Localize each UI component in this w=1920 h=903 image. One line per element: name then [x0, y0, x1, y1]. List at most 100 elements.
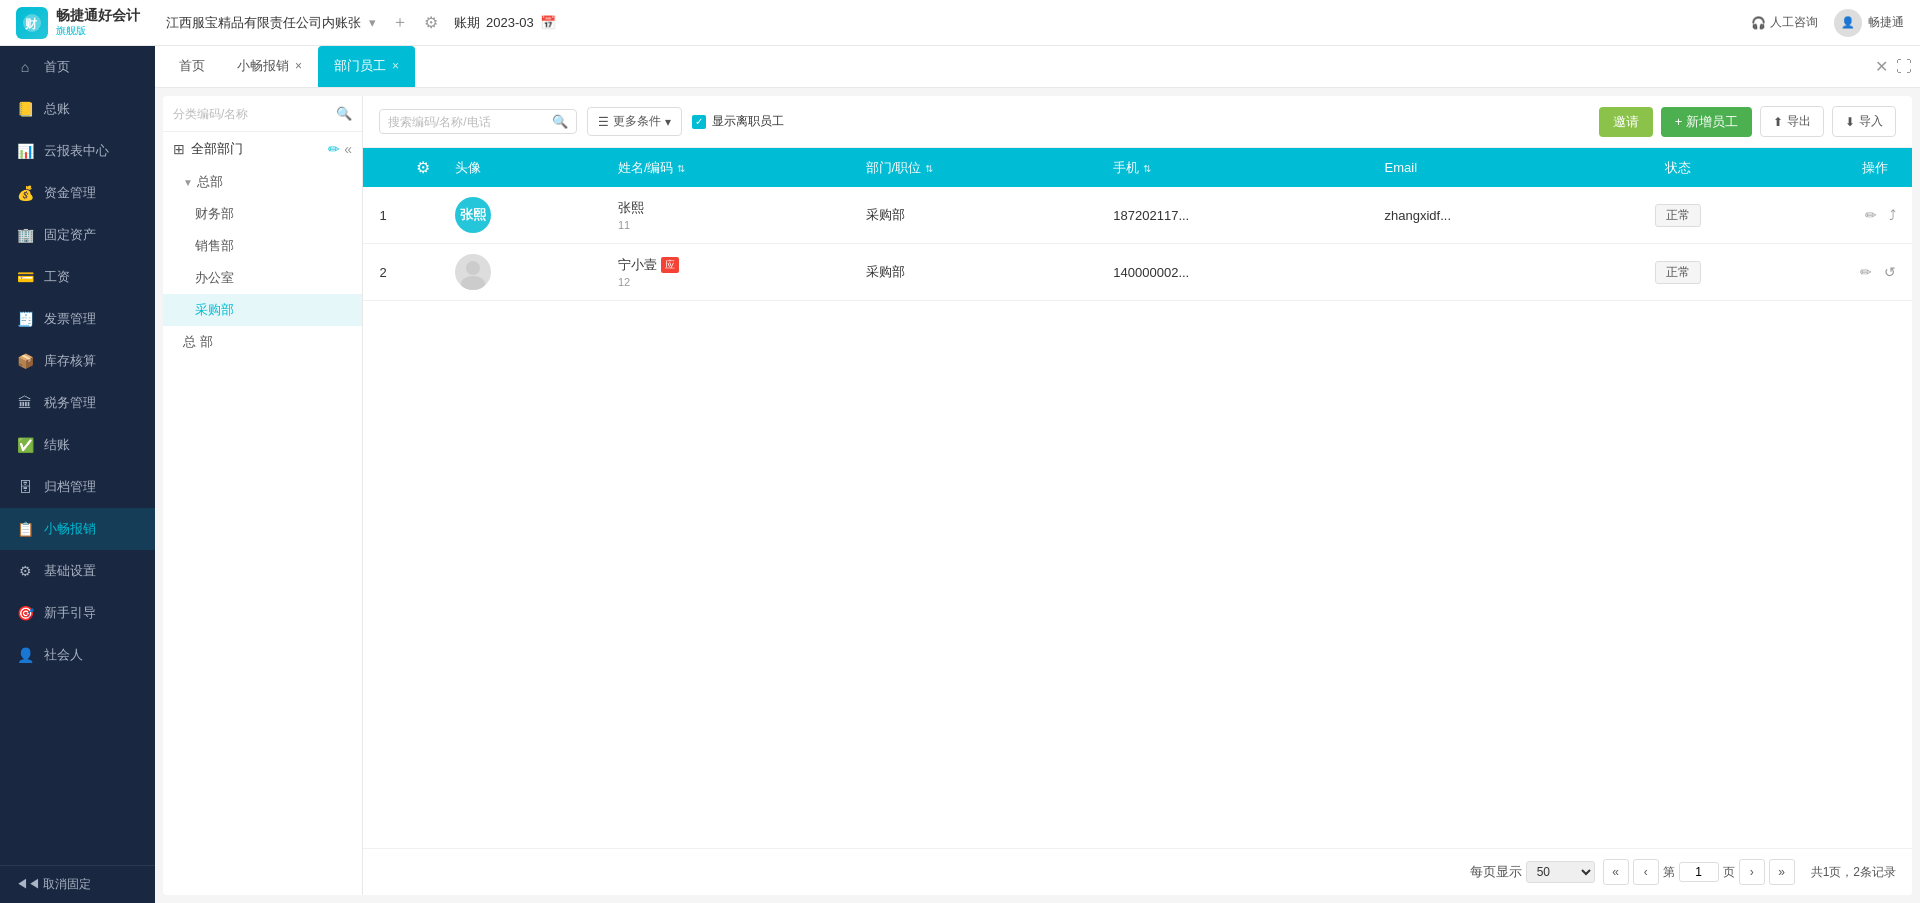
sidebar-item-inventory[interactable]: 📦 库存核算 — [0, 340, 155, 382]
dept-node-purchase[interactable]: 采购部 — [163, 294, 362, 326]
sidebar-item-reports[interactable]: 📊 云报表中心 — [0, 130, 155, 172]
sidebar-item-checkout[interactable]: ✅ 结账 — [0, 424, 155, 466]
page-content: 🔍 ⊞ 全部部门 ✏ « — [155, 88, 1920, 903]
row1-emp-name: 张熙 — [618, 199, 842, 217]
row1-edit-icon[interactable]: ✏ — [1865, 207, 1877, 223]
sidebar-item-guide[interactable]: 🎯 新手引导 — [0, 592, 155, 634]
company-selector[interactable]: 江西服宝精品有限责任公司内账张 ▾ ＋ ⚙ — [166, 12, 438, 33]
next-page-button[interactable]: › — [1739, 859, 1765, 885]
dept-node-office[interactable]: 办公室 — [163, 262, 362, 294]
last-page-button[interactable]: » — [1769, 859, 1795, 885]
sidebar-item-ledger[interactable]: 📒 总账 — [0, 88, 155, 130]
user-menu[interactable]: 👤 畅捷通 — [1834, 9, 1904, 37]
export-button[interactable]: ⬆ 导出 — [1760, 106, 1824, 137]
sidebar-item-more[interactable]: 👤 社会人 — [0, 634, 155, 676]
dept-node-sales[interactable]: 销售部 — [163, 230, 362, 262]
sidebar-label-invoice: 发票管理 — [44, 310, 96, 328]
dept-all-selector[interactable]: ⊞ 全部部门 — [173, 140, 243, 158]
tab-department[interactable]: 部门员工 × — [318, 46, 415, 87]
page-label-unit: 页 — [1723, 864, 1735, 881]
col-name[interactable]: 姓名/编码 ⇅ — [606, 148, 854, 187]
sidebar-item-tax[interactable]: 🏛 税务管理 — [0, 382, 155, 424]
more-icon: 👤 — [16, 647, 34, 663]
dept-node-general[interactable]: ▼ 总部 — [163, 166, 362, 198]
content-area: 首页 小畅报销 × 部门员工 × ✕ ⛶ 🔍 — [155, 46, 1920, 903]
tab-expense-close[interactable]: × — [295, 59, 302, 73]
cancel-fixed-label: ◀◀ 取消固定 — [16, 876, 91, 893]
row1-action-icons: ✏ ⤴ — [1750, 207, 1896, 223]
import-button[interactable]: ⬇ 导入 — [1832, 106, 1896, 137]
status-badge: 正常 — [1655, 261, 1701, 284]
sidebar-item-home[interactable]: ⌂ 首页 — [0, 46, 155, 88]
sidebar-item-expense[interactable]: 📋 小畅报销 — [0, 508, 155, 550]
sidebar-item-invoice[interactable]: 🧾 发票管理 — [0, 298, 155, 340]
page-input[interactable] — [1679, 862, 1719, 882]
per-page-label: 每页显示 — [1470, 863, 1522, 881]
sidebar-label-settings: 基础设置 — [44, 562, 96, 580]
tab-home[interactable]: 首页 — [163, 46, 221, 87]
tab-close-all-button[interactable]: ✕ — [1875, 57, 1888, 76]
assets-icon: 🏢 — [16, 227, 34, 243]
row2-name-block: 宁小壹 应 12 — [618, 256, 842, 288]
add-company-icon[interactable]: ＋ — [392, 12, 408, 33]
company-dropdown-icon[interactable]: ▾ — [369, 15, 376, 30]
dept-edit-icon[interactable]: ✏ — [328, 141, 340, 157]
dept-collapse-icon[interactable]: « — [344, 141, 352, 157]
export-icon: ⬆ — [1773, 115, 1783, 129]
per-page-dropdown[interactable]: 10 20 50 100 — [1526, 861, 1595, 883]
dept-node-finance[interactable]: 财务部 — [163, 198, 362, 230]
dept-search-bar: 🔍 — [163, 96, 362, 132]
salary-icon: 💳 — [16, 269, 34, 285]
row1-name-block: 张熙 11 — [618, 199, 842, 231]
invite-button[interactable]: 邀请 — [1599, 107, 1653, 137]
row2-edit-icon[interactable]: ✏ — [1860, 264, 1872, 280]
guide-icon: 🎯 — [16, 605, 34, 621]
tab-maximize-button[interactable]: ⛶ — [1896, 58, 1912, 76]
col-email: Email — [1373, 148, 1619, 187]
col-settings[interactable]: ⚙ — [403, 148, 443, 187]
sidebar-label-more: 社会人 — [44, 646, 83, 664]
sidebar-item-settings[interactable]: ⚙ 基础设置 — [0, 550, 155, 592]
show-left-checkbox[interactable]: ✓ — [692, 115, 706, 129]
employee-table: ⚙ 头像 姓名/编码 ⇅ — [363, 148, 1912, 301]
row2-delete-icon[interactable]: ↺ — [1884, 264, 1896, 280]
dept-node-hq[interactable]: 总 部 — [163, 326, 362, 358]
prev-page-button[interactable]: ‹ — [1633, 859, 1659, 885]
service-label: 人工咨询 — [1770, 14, 1818, 31]
tab-expense[interactable]: 小畅报销 × — [221, 46, 318, 87]
company-name: 江西服宝精品有限责任公司内账张 — [166, 14, 361, 32]
settings-icon[interactable]: ⚙ — [424, 13, 438, 32]
dept-search-input[interactable] — [173, 107, 336, 121]
sidebar-item-assets[interactable]: 🏢 固定资产 — [0, 214, 155, 256]
service-button[interactable]: 🎧 人工咨询 — [1751, 14, 1818, 31]
logo-area: 财 畅捷通好会计 旗舰版 — [16, 7, 166, 39]
dept-node-label-2: 销售部 — [195, 237, 234, 255]
show-left-label: 显示离职员工 — [712, 113, 784, 130]
add-employee-button[interactable]: + 新增员工 — [1661, 107, 1752, 137]
employee-search-icon[interactable]: 🔍 — [552, 114, 568, 129]
row2-name-cell: 宁小壹 应 12 — [606, 244, 854, 301]
employee-search-input[interactable] — [388, 115, 548, 129]
sidebar-item-funds[interactable]: 💰 资金管理 — [0, 172, 155, 214]
user-label: 畅捷通 — [1868, 14, 1904, 31]
filter-button[interactable]: ☰ 更多条件 ▾ — [587, 107, 682, 136]
sidebar-item-salary[interactable]: 💳 工资 — [0, 256, 155, 298]
row1-avatar-text: 张熙 — [460, 206, 486, 224]
sidebar-label-assets: 固定资产 — [44, 226, 96, 244]
cancel-fixed-button[interactable]: ◀◀ 取消固定 — [0, 865, 155, 903]
calendar-icon[interactable]: 📅 — [540, 15, 556, 30]
row1-dept: 采购部 — [854, 187, 1102, 244]
show-left-toggle[interactable]: ✓ 显示离职员工 — [692, 113, 784, 130]
first-page-button[interactable]: « — [1603, 859, 1629, 885]
inventory-icon: 📦 — [16, 353, 34, 369]
dept-search-icon[interactable]: 🔍 — [336, 106, 352, 121]
employee-toolbar: 🔍 ☰ 更多条件 ▾ ✓ 显示离职员工 — [363, 96, 1912, 148]
invoice-icon: 🧾 — [16, 311, 34, 327]
table-settings-icon[interactable]: ⚙ — [416, 159, 430, 176]
row1-logout-icon[interactable]: ⤴ — [1889, 207, 1896, 223]
sidebar-label-funds: 资金管理 — [44, 184, 96, 202]
col-phone[interactable]: 手机 ⇅ — [1101, 148, 1372, 187]
sidebar-item-archive[interactable]: 🗄 归档管理 — [0, 466, 155, 508]
col-dept[interactable]: 部门/职位 ⇅ — [854, 148, 1102, 187]
tab-department-close[interactable]: × — [392, 59, 399, 73]
